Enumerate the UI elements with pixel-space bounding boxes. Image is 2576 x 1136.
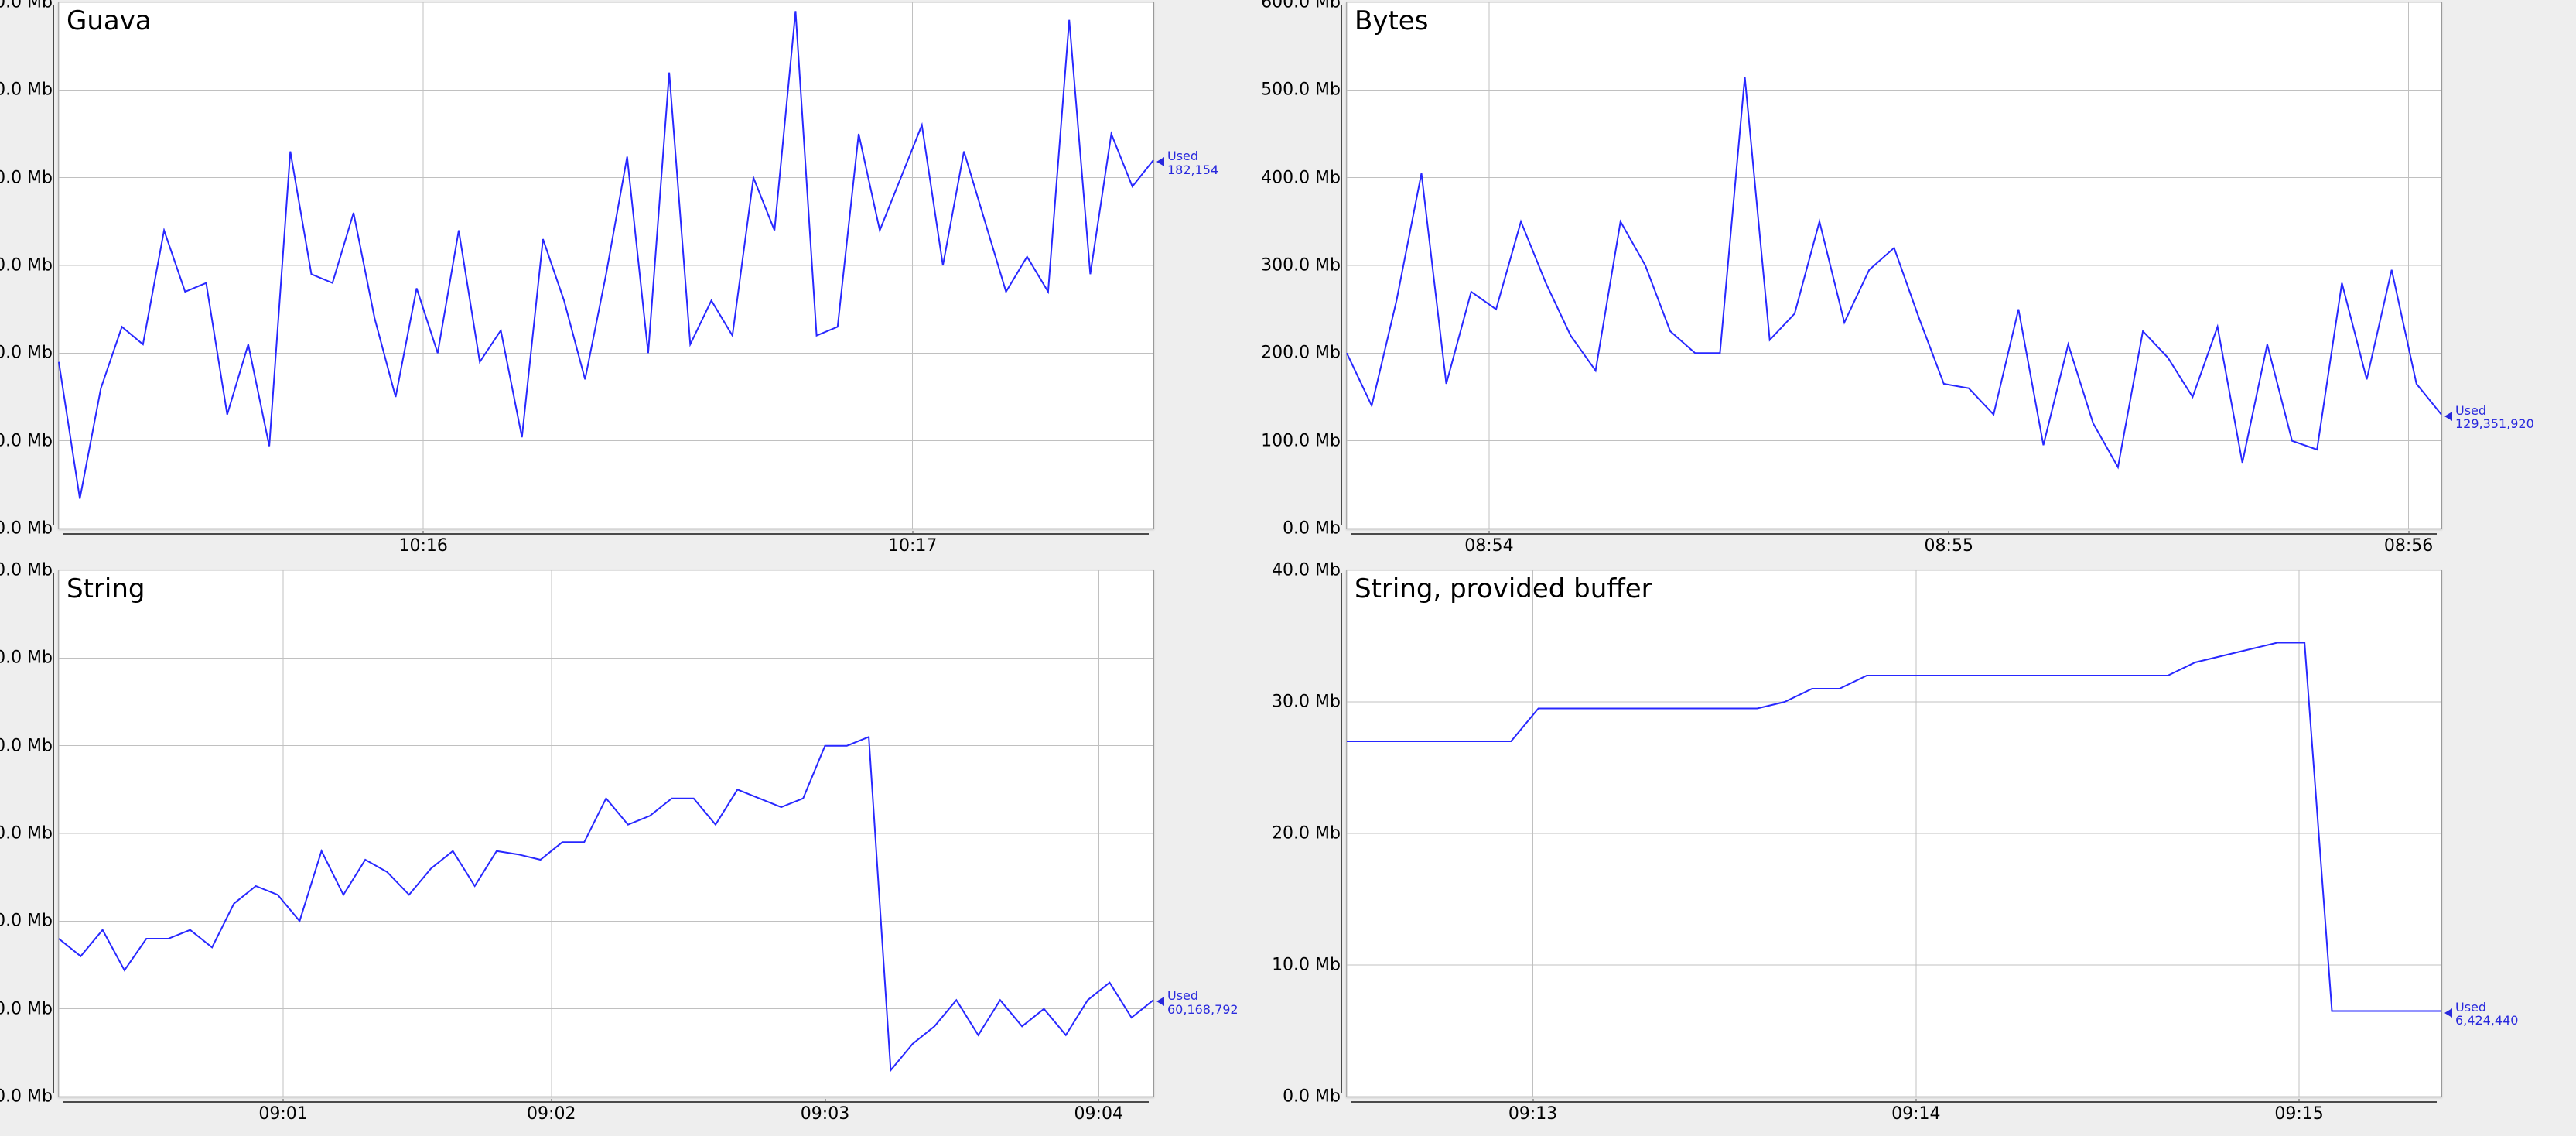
y-tick-label: 150.0 Mb <box>0 256 53 275</box>
y-tick-label: 300.0 Mb <box>0 0 53 12</box>
y-tick-label: 30.0 Mb <box>1272 693 1341 712</box>
plot-frame: Guava0.0 Mb50.0 Mb100.0 Mb150.0 Mb200.0 … <box>58 2 1154 529</box>
x-tick-label: 09:01 <box>258 1104 307 1124</box>
x-tick-label: 09:14 <box>1891 1104 1940 1124</box>
y-tick-label: 0.0 Mb <box>1283 1087 1341 1107</box>
panel-string-buffer: String, provided buffer0.0 Mb10.0 Mb20.0… <box>1288 568 2576 1136</box>
y-tick-label: 200.0 Mb <box>1261 344 1341 363</box>
marker-value: 6,424,440 <box>2455 1014 2518 1028</box>
series-line <box>59 11 1153 498</box>
x-axis-bar <box>63 533 1149 535</box>
y-tick-label: 0.0 Mb <box>1283 519 1341 539</box>
plot-svg <box>59 570 1153 1097</box>
series-line <box>1347 643 2441 1011</box>
y-tick-label: 0.0 Mb <box>0 1087 53 1107</box>
y-axis-bar <box>1341 573 1342 1093</box>
chart-grid: Guava0.0 Mb50.0 Mb100.0 Mb150.0 Mb200.0 … <box>0 0 2576 1136</box>
y-tick-label: 100.0 Mb <box>1261 431 1341 450</box>
y-axis-bar <box>1341 5 1342 525</box>
x-axis-bar <box>1351 1101 2437 1103</box>
y-tick-label: 20.0 Mb <box>1272 824 1341 843</box>
x-tick-label: 09:13 <box>1508 1104 1557 1124</box>
y-tick-label: 200.0 Mb <box>0 168 53 187</box>
x-tick-label: 08:55 <box>1925 536 1973 556</box>
plot-svg <box>1347 2 2441 529</box>
marker-label: Used <box>2455 404 2534 418</box>
y-tick-label: 10.0 Mb <box>1272 956 1341 975</box>
x-tick-label: 08:56 <box>2384 536 2433 556</box>
used-marker: Used182,154 <box>1167 149 1218 176</box>
x-tick-label: 10:16 <box>398 536 447 556</box>
y-tick-label: 100.0 Mb <box>0 344 53 363</box>
x-axis-bar <box>1351 533 2437 535</box>
plot-svg <box>1347 570 2441 1097</box>
plot-frame: String, provided buffer0.0 Mb10.0 Mb20.0… <box>1346 570 2442 1097</box>
x-tick-label: 09:03 <box>801 1104 849 1124</box>
x-tick-label: 08:54 <box>1464 536 1513 556</box>
y-tick-label: 250.0 Mb <box>0 80 53 100</box>
y-tick-label: 500.0 Mb <box>1261 80 1341 100</box>
panel-string: String0.0 Mb50.0 Mb100.0 Mb150.0 Mb200.0… <box>0 568 1288 1136</box>
y-tick-label: 40.0 Mb <box>1272 561 1341 580</box>
marker-label: Used <box>2455 1001 2518 1015</box>
y-tick-label: 50.0 Mb <box>0 431 53 450</box>
series-line <box>59 737 1153 1070</box>
marker-arrow-icon <box>1156 997 1164 1006</box>
x-axis-bar <box>63 1101 1149 1103</box>
y-tick-label: 250.0 Mb <box>0 648 53 668</box>
y-tick-label: 200.0 Mb <box>0 736 53 755</box>
used-marker: Used129,351,920 <box>2455 404 2534 431</box>
y-axis-bar <box>53 5 54 525</box>
used-marker: Used6,424,440 <box>2455 1001 2518 1028</box>
plot-frame: String0.0 Mb50.0 Mb100.0 Mb150.0 Mb200.0… <box>58 570 1154 1097</box>
plot-svg <box>59 2 1153 529</box>
x-tick-label: 09:04 <box>1074 1104 1123 1124</box>
marker-value: 129,351,920 <box>2455 417 2534 431</box>
y-tick-label: 300.0 Mb <box>0 561 53 580</box>
y-tick-label: 150.0 Mb <box>0 824 53 843</box>
used-marker: Used60,168,792 <box>1167 989 1238 1016</box>
x-tick-label: 09:02 <box>527 1104 576 1124</box>
y-tick-label: 100.0 Mb <box>0 912 53 931</box>
marker-arrow-icon <box>2444 412 2452 421</box>
marker-value: 60,168,792 <box>1167 1003 1238 1017</box>
x-tick-label: 09:15 <box>2274 1104 2323 1124</box>
panel-guava: Guava0.0 Mb50.0 Mb100.0 Mb150.0 Mb200.0 … <box>0 0 1288 568</box>
y-tick-label: 600.0 Mb <box>1261 0 1341 12</box>
panel-bytes: Bytes0.0 Mb100.0 Mb200.0 Mb300.0 Mb400.0… <box>1288 0 2576 568</box>
series-line <box>1347 77 2441 467</box>
marker-arrow-icon <box>2444 1008 2452 1018</box>
marker-value: 182,154 <box>1167 163 1218 177</box>
x-tick-label: 10:17 <box>888 536 937 556</box>
y-tick-label: 300.0 Mb <box>1261 256 1341 275</box>
y-tick-label: 50.0 Mb <box>0 999 53 1018</box>
marker-label: Used <box>1167 149 1218 163</box>
marker-arrow-icon <box>1156 157 1164 166</box>
y-tick-label: 400.0 Mb <box>1261 168 1341 187</box>
y-axis-bar <box>53 573 54 1093</box>
y-tick-label: 0.0 Mb <box>0 519 53 539</box>
marker-label: Used <box>1167 989 1238 1003</box>
plot-frame: Bytes0.0 Mb100.0 Mb200.0 Mb300.0 Mb400.0… <box>1346 2 2442 529</box>
